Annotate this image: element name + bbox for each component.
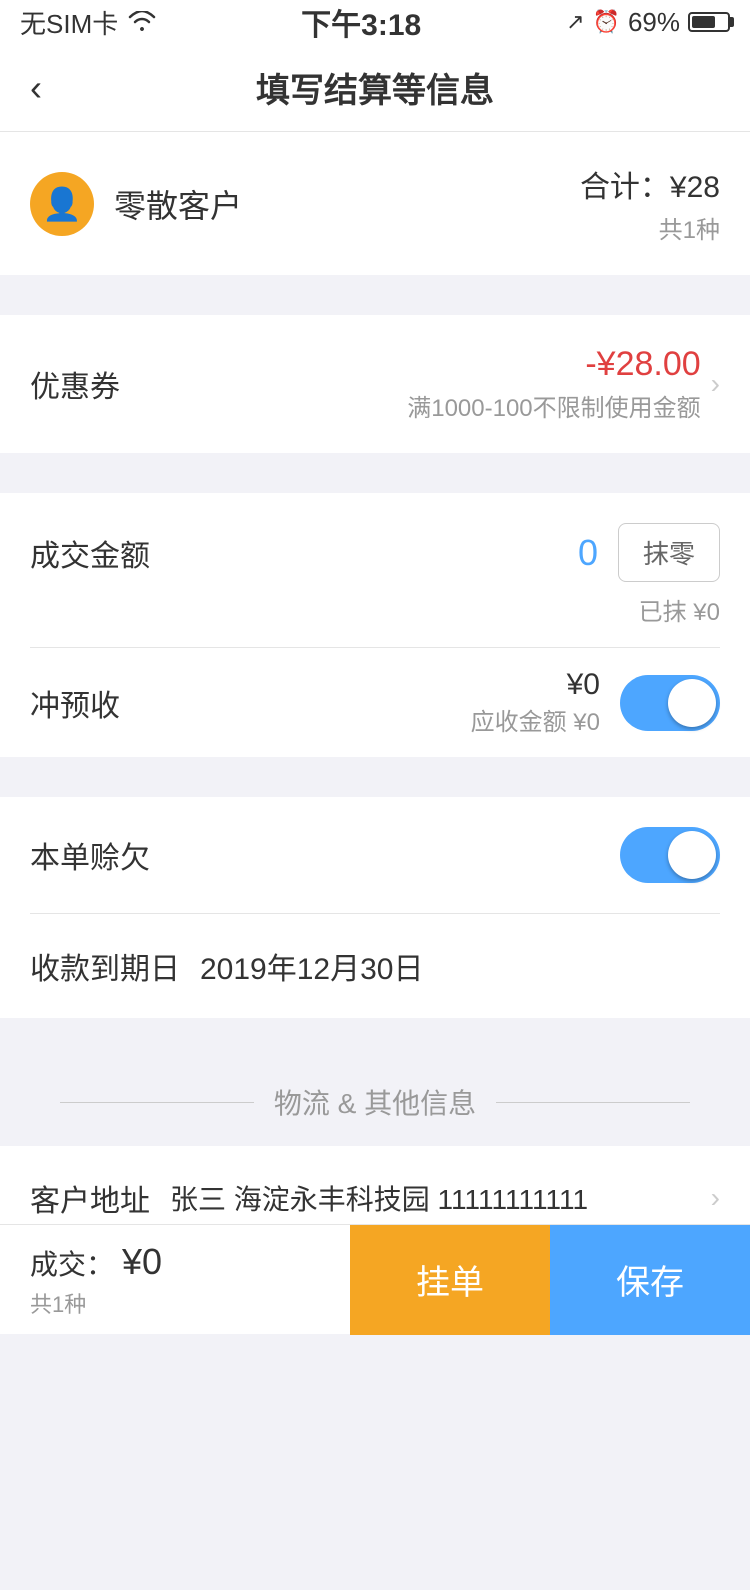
prepay-row: 冲预收 ¥0 应收金额 ¥0 bbox=[0, 648, 750, 757]
coupon-right: -¥28.00 满1000-100不限制使用金额 › bbox=[407, 345, 720, 423]
bottom-count: 共1种 bbox=[30, 1287, 320, 1319]
customer-avatar: 👤 bbox=[30, 172, 94, 236]
prepay-right: ¥0 应收金额 ¥0 bbox=[471, 668, 720, 737]
deal-amount-label: 成交金额 bbox=[30, 531, 150, 575]
bottom-left: 成交： ¥0 共1种 bbox=[0, 1241, 350, 1319]
coupon-desc: 满1000-100不限制使用金额 bbox=[407, 388, 700, 423]
prepay-label: 冲预收 bbox=[30, 681, 120, 725]
save-button[interactable]: 保存 bbox=[550, 1225, 750, 1335]
section-line-left bbox=[60, 1102, 254, 1103]
battery-icon bbox=[688, 12, 730, 32]
prepay-toggle[interactable] bbox=[620, 675, 720, 731]
debt-toggle-knob bbox=[668, 831, 716, 879]
back-button[interactable]: ‹ bbox=[30, 67, 42, 109]
customer-right: 合计：¥28 共1种 bbox=[580, 162, 720, 245]
carrier-text: 无SIM卡 bbox=[20, 4, 118, 41]
coupon-amount: -¥28.00 bbox=[407, 345, 700, 384]
section-divider-1 bbox=[0, 295, 750, 315]
prepay-toggle-knob bbox=[668, 679, 716, 727]
customer-section: 👤 零散客户 合计：¥28 共1种 bbox=[0, 132, 750, 275]
deal-sub: 已抹 ¥0 bbox=[0, 592, 750, 647]
customer-total: 合计：¥28 bbox=[580, 162, 720, 206]
deal-amount-section: 成交金额 0 抹零 已抹 ¥0 冲预收 ¥0 应收金额 ¥0 bbox=[0, 493, 750, 757]
avatar-icon: 👤 bbox=[42, 185, 82, 223]
section-divider-4 bbox=[0, 1038, 750, 1058]
hang-button[interactable]: 挂单 bbox=[350, 1225, 550, 1335]
address-label: 客户地址 bbox=[30, 1176, 150, 1220]
bottom-deal-amount: ¥0 bbox=[122, 1241, 162, 1283]
prepay-sub: 应收金额 ¥0 bbox=[471, 702, 600, 737]
deal-amount-right: 0 抹零 bbox=[578, 523, 720, 582]
customer-left: 👤 零散客户 bbox=[30, 172, 242, 236]
due-date-row: 收款到期日 2019年12月30日 bbox=[0, 914, 750, 1018]
alarm-icon: ⏰ bbox=[593, 9, 620, 35]
due-date-value: 2019年12月30日 bbox=[200, 944, 423, 988]
address-chevron-icon: › bbox=[711, 1182, 720, 1214]
customer-count: 共1种 bbox=[580, 210, 720, 245]
coupon-section: 优惠券 -¥28.00 满1000-100不限制使用金额 › bbox=[0, 315, 750, 453]
customer-row: 👤 零散客户 合计：¥28 共1种 bbox=[0, 132, 750, 275]
status-left: 无SIM卡 bbox=[20, 4, 156, 41]
status-time: 下午3:18 bbox=[301, 0, 421, 44]
content: 👤 零散客户 合计：¥28 共1种 优惠券 -¥28.00 满1000-100不… bbox=[0, 132, 750, 1590]
status-bar: 无SIM卡 下午3:18 ↗ ⏰ 69% bbox=[0, 0, 750, 44]
status-right: ↗ ⏰ 69% bbox=[566, 7, 730, 38]
coupon-row[interactable]: 优惠券 -¥28.00 满1000-100不限制使用金额 › bbox=[0, 315, 750, 453]
prepay-amount: ¥0 bbox=[471, 668, 600, 702]
section-divider-2 bbox=[0, 473, 750, 493]
coupon-right-content: -¥28.00 满1000-100不限制使用金额 bbox=[407, 345, 700, 423]
logistics-header-label: 物流 & 其他信息 bbox=[274, 1082, 476, 1122]
section-line-right bbox=[496, 1102, 690, 1103]
address-value: 张三 海淀永丰科技园 11111111111 bbox=[170, 1178, 711, 1218]
bottom-deal-row: 成交： ¥0 bbox=[30, 1241, 320, 1283]
prepay-amount-block: ¥0 应收金额 ¥0 bbox=[471, 668, 600, 737]
deal-amount-value: 0 bbox=[578, 532, 598, 574]
due-date-label: 收款到期日 bbox=[30, 944, 180, 988]
prepay-left: 冲预收 bbox=[30, 681, 120, 725]
coupon-chevron-icon: › bbox=[711, 368, 720, 400]
debt-row: 本单赊欠 bbox=[0, 797, 750, 913]
location-icon: ↗ bbox=[566, 9, 584, 35]
debt-section: 本单赊欠 收款到期日 2019年12月30日 bbox=[0, 797, 750, 1018]
deal-amount-row: 成交金额 0 抹零 bbox=[0, 493, 750, 592]
page-title: 填写结算等信息 bbox=[256, 63, 494, 112]
round-button[interactable]: 抹零 bbox=[618, 523, 720, 582]
customer-name: 零散客户 bbox=[114, 181, 242, 227]
debt-label: 本单赊欠 bbox=[30, 833, 150, 877]
coupon-label: 优惠券 bbox=[30, 362, 120, 406]
battery-percentage: 69% bbox=[628, 7, 680, 38]
nav-bar: ‹ 填写结算等信息 bbox=[0, 44, 750, 132]
wifi-icon bbox=[128, 7, 156, 38]
bottom-actions: 挂单 保存 bbox=[350, 1225, 750, 1335]
logistics-header: 物流 & 其他信息 bbox=[0, 1058, 750, 1146]
bottom-deal-label: 成交： bbox=[30, 1243, 114, 1283]
debt-toggle[interactable] bbox=[620, 827, 720, 883]
bottom-bar: 成交： ¥0 共1种 挂单 保存 bbox=[0, 1224, 750, 1334]
section-divider-3 bbox=[0, 777, 750, 797]
